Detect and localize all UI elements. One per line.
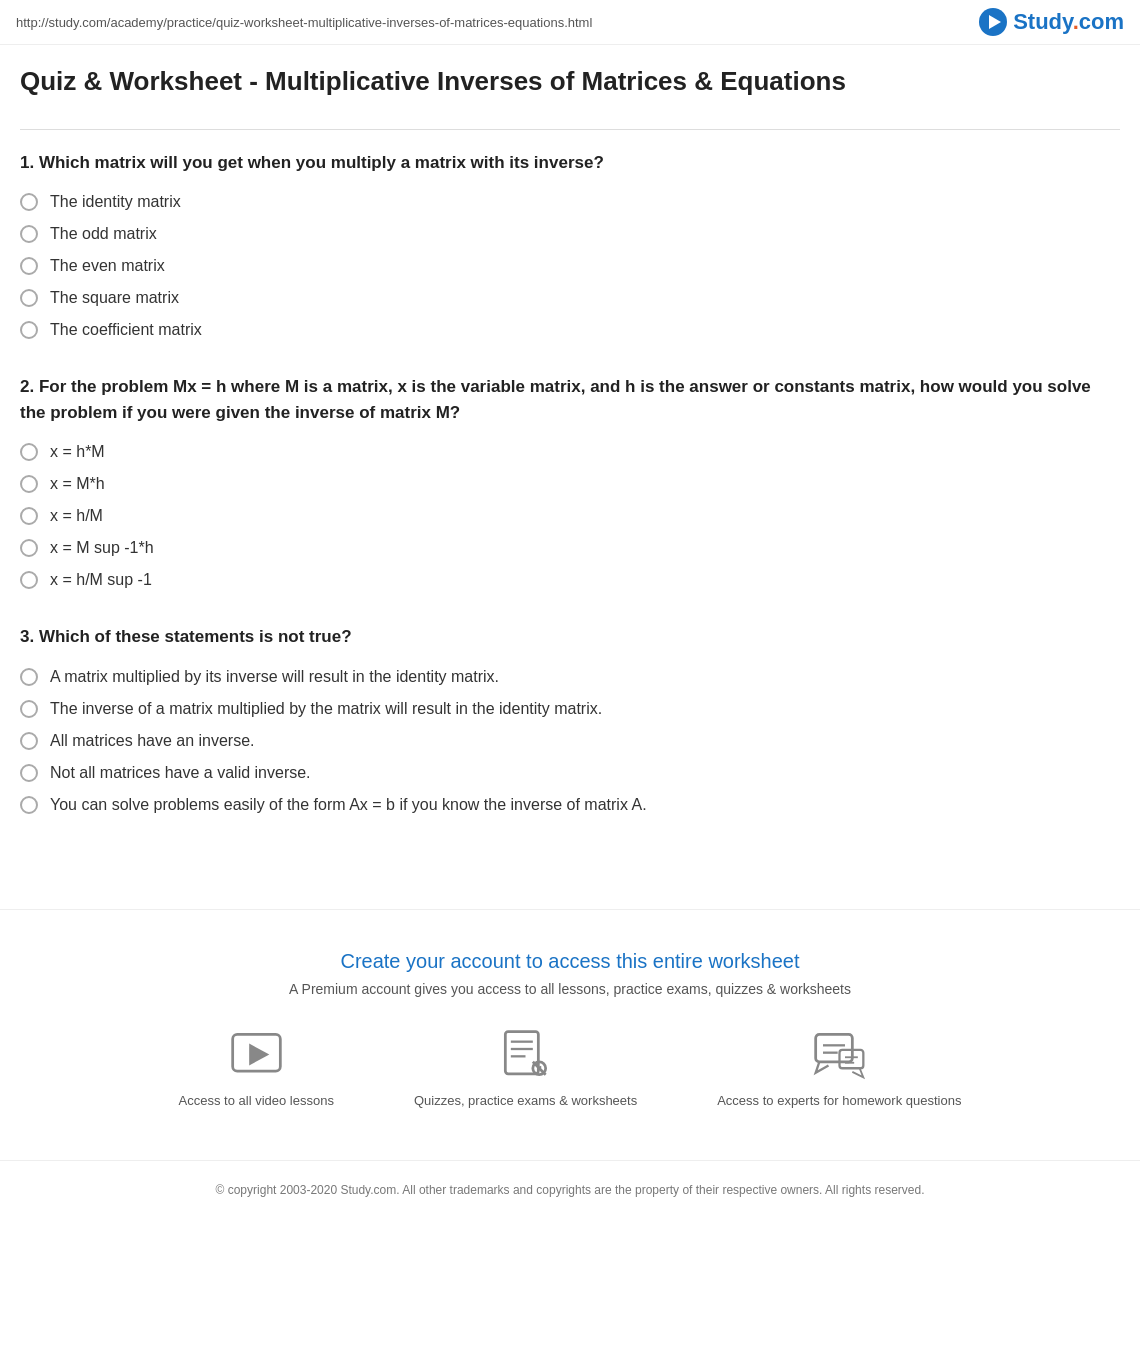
cta-item-video: Access to all video lessons <box>179 1027 334 1110</box>
option-label: x = h/M sup -1 <box>50 571 152 589</box>
option-row[interactable]: The square matrix <box>20 289 1120 307</box>
radio-q1-d[interactable] <box>20 289 38 307</box>
option-row[interactable]: x = h/M <box>20 507 1120 525</box>
option-label: All matrices have an inverse. <box>50 732 255 750</box>
logo-area: Study.com <box>979 8 1124 36</box>
option-row[interactable]: x = M sup -1*h <box>20 539 1120 557</box>
video-icon <box>226 1027 286 1082</box>
radio-q3-e[interactable] <box>20 796 38 814</box>
option-row[interactable]: A matrix multiplied by its inverse will … <box>20 668 1120 686</box>
option-row[interactable]: You can solve problems easily of the for… <box>20 796 1120 814</box>
option-row[interactable]: Not all matrices have a valid inverse. <box>20 764 1120 782</box>
radio-q1-b[interactable] <box>20 225 38 243</box>
option-label: The identity matrix <box>50 193 181 211</box>
cta-section: Create your account to access this entir… <box>0 909 1140 1160</box>
radio-q2-b[interactable] <box>20 475 38 493</box>
radio-q2-a[interactable] <box>20 443 38 461</box>
footer: © copyright 2003-2020 Study.com. All oth… <box>0 1160 1140 1220</box>
radio-q2-d[interactable] <box>20 539 38 557</box>
question-2-text: 2. For the problem Mx = h where M is a m… <box>20 374 1120 425</box>
page-title: Quiz & Worksheet - Multiplicative Invers… <box>20 65 1120 99</box>
option-label: The even matrix <box>50 257 165 275</box>
radio-q3-d[interactable] <box>20 764 38 782</box>
cta-item-quiz: Quizzes, practice exams & worksheets <box>414 1027 637 1110</box>
url-bar: http://study.com/academy/practice/quiz-w… <box>16 15 592 30</box>
option-label: A matrix multiplied by its inverse will … <box>50 668 499 686</box>
chat-icon <box>809 1027 869 1082</box>
radio-q2-c[interactable] <box>20 507 38 525</box>
option-row[interactable]: x = M*h <box>20 475 1120 493</box>
question-1-text: 1. Which matrix will you get when you mu… <box>20 150 1120 176</box>
title-divider <box>20 129 1120 130</box>
option-label: x = M sup -1*h <box>50 539 154 557</box>
cta-video-label: Access to all video lessons <box>179 1092 334 1110</box>
option-row[interactable]: x = h/M sup -1 <box>20 571 1120 589</box>
question-1: 1. Which matrix will you get when you mu… <box>20 150 1120 340</box>
radio-q1-c[interactable] <box>20 257 38 275</box>
radio-q1-a[interactable] <box>20 193 38 211</box>
option-label: Not all matrices have a valid inverse. <box>50 764 311 782</box>
svg-marker-1 <box>249 1043 269 1065</box>
option-row[interactable]: The even matrix <box>20 257 1120 275</box>
option-label: The odd matrix <box>50 225 157 243</box>
radio-q1-e[interactable] <box>20 321 38 339</box>
logo-study: Study <box>1013 9 1072 34</box>
radio-q3-b[interactable] <box>20 700 38 718</box>
option-row[interactable]: The inverse of a matrix multiplied by th… <box>20 700 1120 718</box>
question-2: 2. For the problem Mx = h where M is a m… <box>20 374 1120 589</box>
cta-subtitle: A Premium account gives you access to al… <box>20 981 1120 997</box>
cta-title: Create your account to access this entir… <box>20 950 1120 973</box>
question-3: 3. Which of these statements is not true… <box>20 624 1120 814</box>
option-label: You can solve problems easily of the for… <box>50 796 647 814</box>
cta-item-chat: Access to experts for homework questions <box>717 1027 961 1110</box>
option-row[interactable]: All matrices have an inverse. <box>20 732 1120 750</box>
footer-text: © copyright 2003-2020 Study.com. All oth… <box>216 1183 925 1197</box>
play-icon <box>989 15 1001 29</box>
logo-icon <box>979 8 1007 36</box>
cta-chat-label: Access to experts for homework questions <box>717 1092 961 1110</box>
logo-com: com <box>1079 9 1124 34</box>
radio-q2-e[interactable] <box>20 571 38 589</box>
cta-icons: Access to all video lessons Quizzes, pra… <box>20 1027 1120 1110</box>
radio-q3-c[interactable] <box>20 732 38 750</box>
option-label: The square matrix <box>50 289 179 307</box>
cta-quiz-label: Quizzes, practice exams & worksheets <box>414 1092 637 1110</box>
option-label: x = h*M <box>50 443 105 461</box>
logo-text: Study.com <box>1013 9 1124 35</box>
option-row[interactable]: x = h*M <box>20 443 1120 461</box>
question-3-text: 3. Which of these statements is not true… <box>20 624 1120 650</box>
radio-q3-a[interactable] <box>20 668 38 686</box>
option-label: The coefficient matrix <box>50 321 202 339</box>
option-label: The inverse of a matrix multiplied by th… <box>50 700 602 718</box>
option-label: x = M*h <box>50 475 105 493</box>
option-row[interactable]: The identity matrix <box>20 193 1120 211</box>
top-bar: http://study.com/academy/practice/quiz-w… <box>0 0 1140 45</box>
option-row[interactable]: The coefficient matrix <box>20 321 1120 339</box>
option-label: x = h/M <box>50 507 103 525</box>
quiz-icon <box>496 1027 556 1082</box>
main-content: Quiz & Worksheet - Multiplicative Invers… <box>0 45 1140 889</box>
option-row[interactable]: The odd matrix <box>20 225 1120 243</box>
